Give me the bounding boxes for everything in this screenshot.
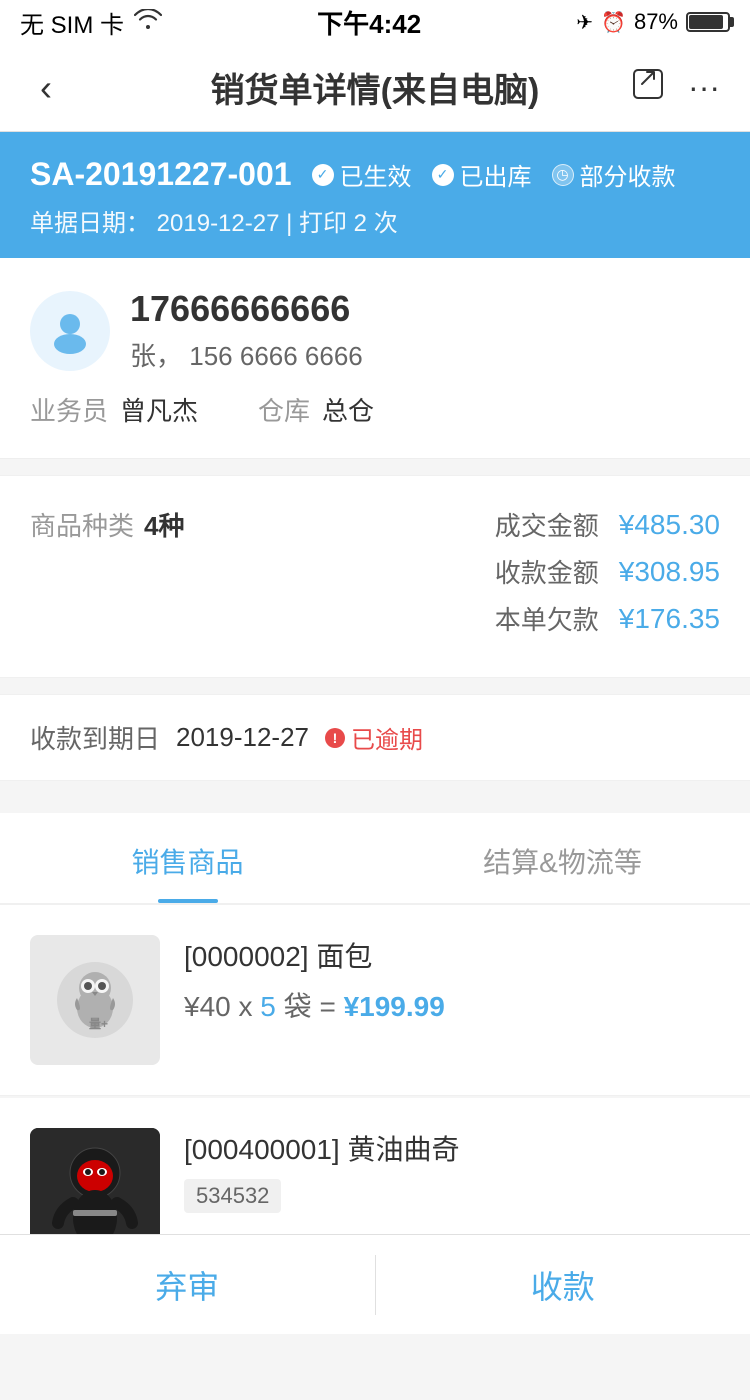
header-date-row: 单据日期： 2019-12-27 | 打印 2 次 [30, 203, 720, 238]
status-1-label: 已生效 [340, 157, 412, 192]
summary-row: 商品种类 4种 成交金额 ¥485.30 收款金额 ¥308.95 本单欠款 ¥… [30, 506, 720, 647]
summary-left: 商品种类 4种 [30, 506, 184, 553]
product-name-2: [000400001] 黄油曲奇 [184, 1128, 720, 1168]
debt-label: 本单欠款 [495, 600, 599, 637]
product-total-1: ¥199.99 [344, 991, 445, 1022]
sales-rep-label: 业务员 [30, 391, 108, 428]
product-title-1: 面包 [316, 941, 372, 972]
alarm-icon: ⏰ [601, 10, 626, 35]
confirm-label: 收款 [531, 1262, 595, 1308]
warehouse-item: 仓库 总仓 [258, 391, 374, 428]
date-label: 单据日期： [30, 210, 150, 237]
tab-products[interactable]: 销售商品 [0, 813, 375, 903]
svg-text:量+: 量+ [89, 1017, 108, 1031]
status-badge-3: ◷ 部分收款 [552, 157, 676, 192]
product-unit-1: 袋 [284, 991, 312, 1022]
product-qty-1: 5 [260, 991, 276, 1022]
customer-row: 17666666666 张， 156 6666 6666 [30, 288, 720, 373]
products-count-item: 商品种类 4种 [30, 506, 184, 543]
battery-icon [686, 12, 730, 32]
customer-section: 17666666666 张， 156 6666 6666 业务员 曾凡杰 仓库 … [0, 258, 750, 459]
overdue-text: 已逾期 [351, 720, 423, 755]
amount-label: 成交金额 [495, 506, 599, 543]
product-equals-1: = [319, 991, 343, 1022]
status-right: ✈ ⏰ 87% [576, 9, 730, 35]
customer-name-phone: 张， 156 6666 6666 [130, 336, 720, 373]
status-3-label: 部分收款 [580, 157, 676, 192]
order-id-row: SA-20191227-001 ✓ 已生效 ✓ 已出库 ◷ 部分收款 [30, 156, 720, 193]
customer-name: 张， [130, 341, 182, 371]
summary-right: 成交金额 ¥485.30 收款金额 ¥308.95 本单欠款 ¥176.35 [495, 506, 720, 647]
amount-row: 成交金额 ¥485.30 [495, 506, 720, 543]
status-left: 无 SIM 卡 [20, 5, 162, 40]
product-item-1: 量+ [0000002] 面包 ¥40 x 5 袋 = ¥199.99 [0, 905, 750, 1096]
print-info: | 打印 2 次 [286, 210, 398, 237]
debt-row: 本单欠款 ¥176.35 [495, 600, 720, 637]
status-bar: 无 SIM 卡 下午4:42 ✈ ⏰ 87% [0, 0, 750, 44]
carrier-text: 无 SIM 卡 [20, 5, 124, 40]
product-name-1: [0000002] 面包 [184, 935, 720, 975]
summary-section: 商品种类 4种 成交金额 ¥485.30 收款金额 ¥308.95 本单欠款 ¥… [0, 475, 750, 678]
bottom-bar: 弃审 收款 [0, 1234, 750, 1334]
tab-settlement-label: 结算&物流等 [483, 847, 642, 878]
received-label: 收款金额 [495, 553, 599, 590]
overdue-badge: ! 已逾期 [325, 720, 423, 755]
sales-rep-value: 曾凡杰 [120, 391, 198, 428]
tab-settlement[interactable]: 结算&物流等 [375, 813, 750, 903]
customer-avatar [30, 291, 110, 371]
wifi-icon [134, 8, 162, 36]
received-row: 收款金额 ¥308.95 [495, 553, 720, 590]
location-icon: ✈ [576, 10, 593, 35]
order-date: 2019-12-27 [157, 210, 280, 237]
nav-title: 销货单详情(来自电脑) [211, 63, 540, 112]
product-code-1: [0000002] [184, 941, 309, 972]
check-icon-1: ✓ [312, 164, 334, 186]
tab-products-label: 销售商品 [131, 847, 243, 878]
product-price-1: ¥40 [184, 991, 231, 1022]
product-title-2: 黄油曲奇 [348, 1134, 460, 1165]
check-icon-2: ✓ [432, 164, 454, 186]
product-info-1: [0000002] 面包 ¥40 x 5 袋 = ¥199.99 [184, 935, 720, 1025]
warehouse-label: 仓库 [258, 391, 310, 428]
confirm-button[interactable]: 收款 [376, 1235, 750, 1334]
sales-rep-item: 业务员 曾凡杰 [30, 391, 198, 428]
customer-id: 17666666666 [130, 288, 720, 330]
share-icon[interactable] [632, 68, 664, 108]
customer-phone: 156 6666 6666 [189, 341, 363, 371]
header-section: SA-20191227-001 ✓ 已生效 ✓ 已出库 ◷ 部分收款 单据日期：… [0, 132, 750, 258]
product-sku-2: 534532 [184, 1179, 281, 1213]
nav-right: ··· [632, 68, 720, 108]
separator [0, 781, 750, 797]
status-2-label: 已出库 [460, 157, 532, 192]
order-id: SA-20191227-001 [30, 156, 292, 193]
product-multiply-1: x [239, 991, 261, 1022]
product-thumb-1: 量+ [30, 935, 160, 1065]
battery-text: 87% [634, 9, 678, 35]
tabs-bar: 销售商品 结算&物流等 [0, 813, 750, 905]
product-price-row-1: ¥40 x 5 袋 = ¥199.99 [184, 985, 720, 1025]
customer-meta: 业务员 曾凡杰 仓库 总仓 [30, 391, 720, 428]
overdue-section: 收款到期日 2019-12-27 ! 已逾期 [0, 694, 750, 781]
back-button[interactable]: ‹ [30, 57, 62, 119]
more-icon[interactable]: ··· [688, 69, 720, 106]
received-value: ¥308.95 [619, 556, 720, 588]
warehouse-value: 总仓 [322, 391, 374, 428]
clock-icon: ◷ [552, 164, 574, 186]
products-count-value: 4种 [144, 506, 184, 543]
overdue-date: 2019-12-27 [176, 722, 309, 753]
status-time: 下午4:42 [317, 4, 421, 41]
cancel-button[interactable]: 弃审 [0, 1235, 375, 1334]
overdue-icon: ! [325, 728, 345, 748]
cancel-label: 弃审 [155, 1262, 219, 1308]
debt-value: ¥176.35 [619, 603, 720, 635]
product-code-2: [000400001] [184, 1134, 340, 1165]
status-badge-1: ✓ 已生效 [312, 157, 412, 192]
amount-value: ¥485.30 [619, 509, 720, 541]
status-badge-2: ✓ 已出库 [432, 157, 532, 192]
products-label: 商品种类 [30, 506, 134, 543]
customer-info: 17666666666 张， 156 6666 6666 [130, 288, 720, 373]
overdue-label: 收款到期日 [30, 719, 160, 756]
nav-bar: ‹ 销货单详情(来自电脑) ··· [0, 44, 750, 132]
